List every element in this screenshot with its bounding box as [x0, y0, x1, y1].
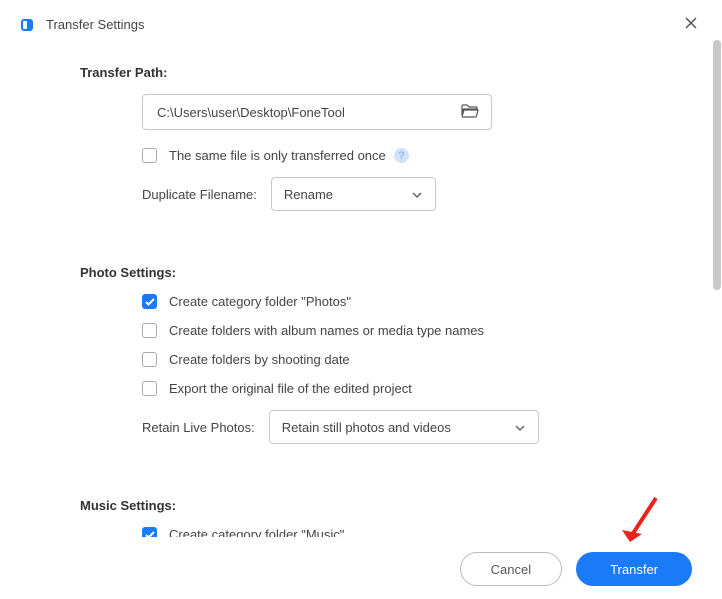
cancel-button[interactable]: Cancel — [460, 552, 562, 586]
retain-live-value: Retain still photos and videos — [282, 420, 451, 435]
transfer-path-section-label: Transfer Path: — [80, 65, 642, 80]
browse-folder-button[interactable] — [459, 102, 481, 123]
retain-live-select[interactable]: Retain still photos and videos — [269, 410, 539, 444]
export-original-checkbox[interactable] — [142, 381, 157, 396]
chevron-down-icon — [514, 420, 526, 435]
chevron-down-icon — [411, 187, 423, 202]
dialog-header: Transfer Settings — [0, 0, 722, 47]
close-button[interactable] — [678, 12, 704, 37]
help-icon[interactable]: ? — [394, 148, 409, 163]
scrollbar-thumb[interactable] — [713, 40, 721, 290]
dialog-title: Transfer Settings — [46, 17, 678, 32]
path-input[interactable] — [157, 105, 459, 120]
duplicate-filename-value: Rename — [284, 187, 333, 202]
music-category-label: Create category folder "Music" — [169, 527, 344, 537]
duplicate-filename-label: Duplicate Filename: — [142, 187, 257, 202]
close-icon — [684, 16, 698, 30]
shooting-date-checkbox[interactable] — [142, 352, 157, 367]
shooting-date-label: Create folders by shooting date — [169, 352, 350, 367]
app-icon — [18, 16, 36, 34]
same-file-checkbox[interactable] — [142, 148, 157, 163]
dialog-footer: Cancel Transfer — [0, 539, 722, 599]
scrollbar-track[interactable] — [713, 40, 721, 535]
same-file-label: The same file is only transferred once — [169, 148, 386, 163]
photos-category-label: Create category folder "Photos" — [169, 294, 351, 309]
photos-category-checkbox[interactable] — [142, 294, 157, 309]
album-folders-checkbox[interactable] — [142, 323, 157, 338]
duplicate-filename-select[interactable]: Rename — [271, 177, 436, 211]
export-original-label: Export the original file of the edited p… — [169, 381, 412, 396]
music-settings-section-label: Music Settings: — [80, 498, 642, 513]
transfer-button[interactable]: Transfer — [576, 552, 692, 586]
photo-settings-section-label: Photo Settings: — [80, 265, 642, 280]
music-category-checkbox[interactable] — [142, 527, 157, 537]
folder-icon — [461, 104, 479, 118]
content-area: Transfer Path: The same file is only tra… — [0, 47, 722, 537]
retain-live-label: Retain Live Photos: — [142, 420, 255, 435]
path-input-container[interactable] — [142, 94, 492, 130]
album-folders-label: Create folders with album names or media… — [169, 323, 484, 338]
